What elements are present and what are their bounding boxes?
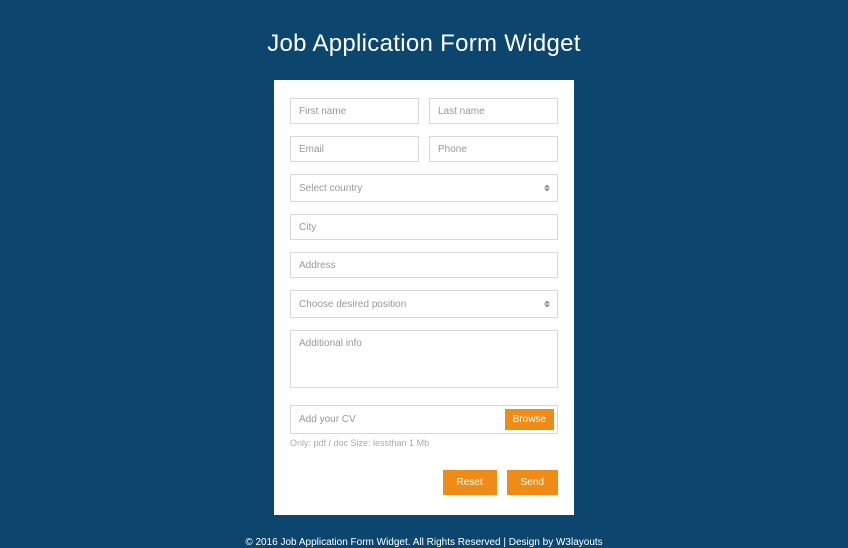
send-button[interactable]: Send (507, 470, 558, 495)
info-textarea[interactable] (290, 330, 558, 388)
page-title: Job Application Form Widget (0, 0, 848, 80)
form-card: Select country Choose desired position A… (274, 80, 574, 515)
cv-label: Add your CV (294, 414, 505, 425)
footer: © 2016 Job Application Form Widget. All … (0, 515, 848, 548)
footer-link[interactable]: W3layouts (556, 537, 603, 548)
email-input[interactable] (290, 136, 419, 162)
address-input[interactable] (290, 252, 558, 278)
country-select[interactable]: Select country (290, 174, 558, 202)
cv-hint: Only: pdf / doc Size: lessthan 1 Mb (290, 438, 558, 448)
reset-button[interactable]: Reset (443, 470, 497, 495)
city-input[interactable] (290, 214, 558, 240)
footer-text: © 2016 Job Application Form Widget. All … (245, 537, 556, 548)
last-name-input[interactable] (429, 98, 558, 124)
position-select[interactable]: Choose desired position (290, 290, 558, 318)
cv-upload: Add your CV Browse (290, 405, 558, 434)
browse-button[interactable]: Browse (505, 409, 554, 430)
phone-input[interactable] (429, 136, 558, 162)
first-name-input[interactable] (290, 98, 419, 124)
